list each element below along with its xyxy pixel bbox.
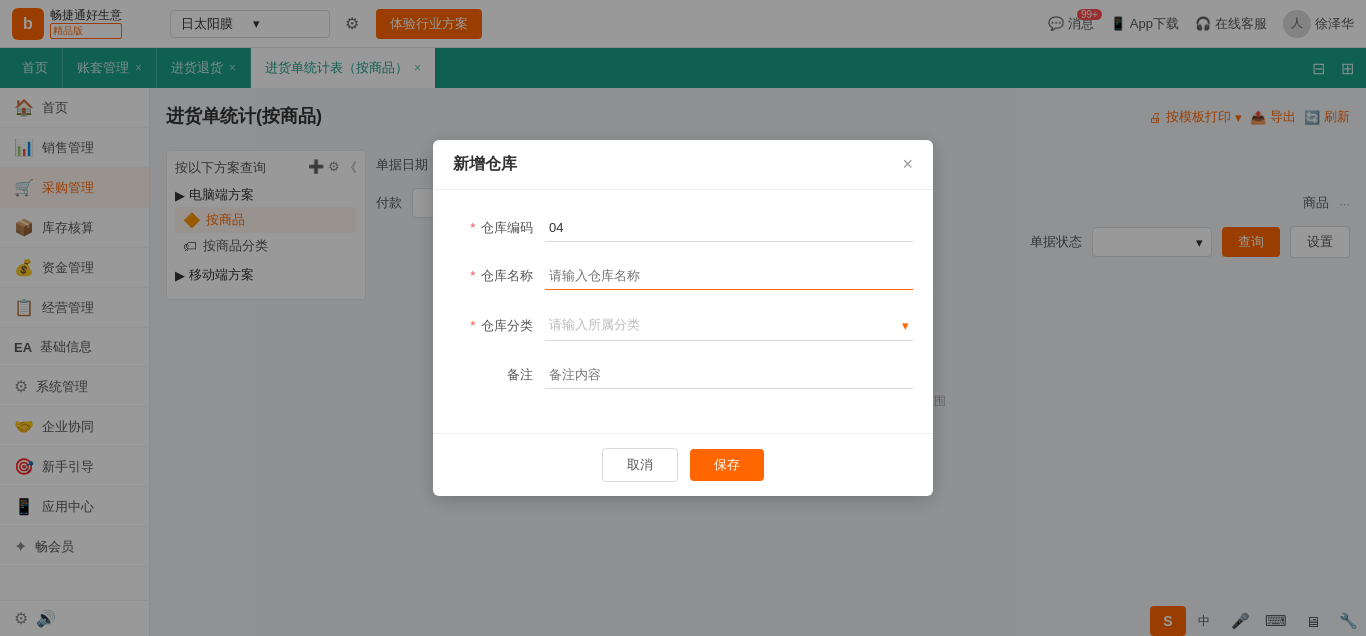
form-row-code: * 仓库编码 [453,214,913,242]
required-star-code: * [470,220,475,235]
modal-header: 新增仓库 × [433,140,933,190]
form-row-category: * 仓库分类 请输入所属分类 ▾ [453,310,913,341]
modal-overlay[interactable]: 新增仓库 × * 仓库编码 * 仓库名称 [0,0,1366,636]
category-placeholder: 请输入所属分类 [549,316,640,334]
save-button[interactable]: 保存 [690,449,764,481]
modal-body: * 仓库编码 * 仓库名称 * 仓库分类 请输入所属 [433,190,933,433]
code-label: * 仓库编码 [453,219,533,237]
modal-close-button[interactable]: × [902,154,913,175]
category-label: * 仓库分类 [453,317,533,335]
remark-label: 备注 [453,366,533,384]
required-star-category: * [470,318,475,333]
form-row-remark: 备注 [453,361,913,389]
warehouse-category-select[interactable]: 请输入所属分类 ▾ [545,310,913,341]
name-label: * 仓库名称 [453,267,533,285]
cancel-button[interactable]: 取消 [602,448,678,482]
warehouse-code-input[interactable] [545,214,913,242]
warehouse-name-input[interactable] [545,262,913,290]
modal-footer: 取消 保存 [433,433,933,496]
modal-title: 新增仓库 [453,154,517,175]
remark-input[interactable] [545,361,913,389]
form-row-name: * 仓库名称 [453,262,913,290]
category-chevron-icon: ▾ [902,318,909,333]
add-warehouse-modal: 新增仓库 × * 仓库编码 * 仓库名称 [433,140,933,496]
required-star-name: * [470,268,475,283]
